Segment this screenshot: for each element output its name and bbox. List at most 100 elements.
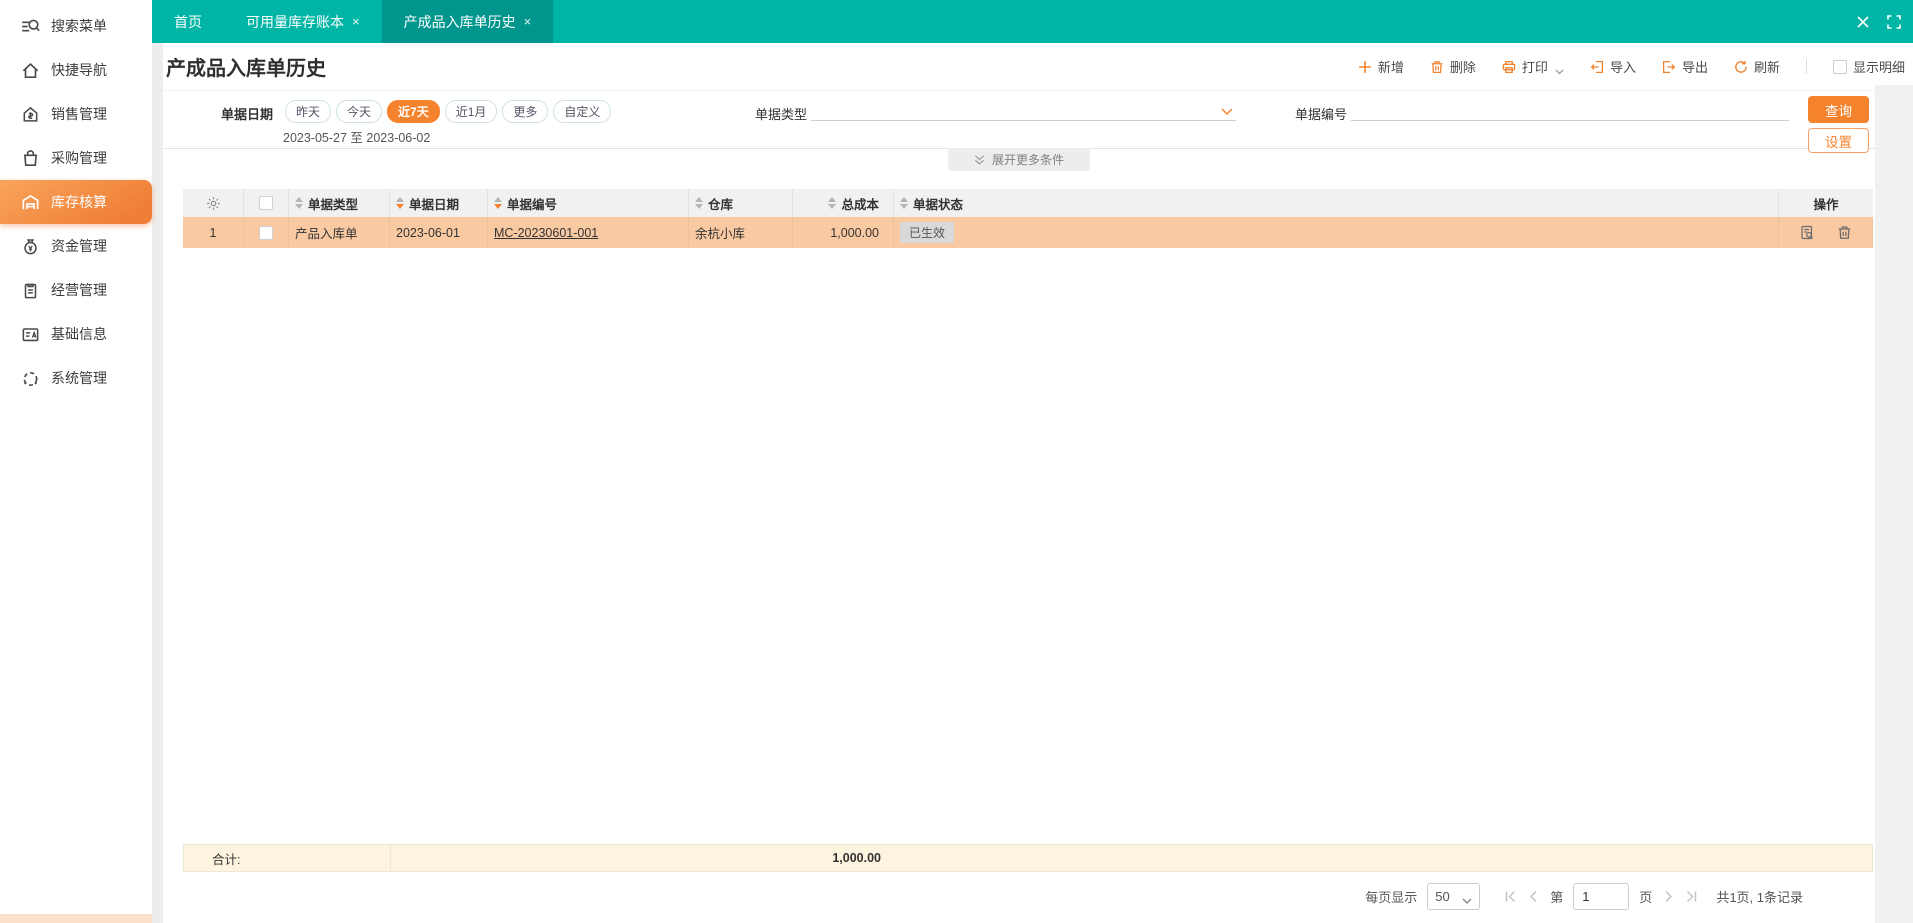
column-header-doc-no[interactable]: 单据编号	[488, 189, 689, 217]
date-pill-more[interactable]: 更多	[502, 100, 549, 123]
page-prefix: 第	[1550, 889, 1564, 905]
column-settings-gear-icon[interactable]	[206, 196, 221, 211]
add-button[interactable]: 新增	[1358, 57, 1404, 76]
pagination-total-text: 共1页, 1条记录	[1716, 889, 1803, 905]
main-region: 首页 可用量库存账本 × 产成品入库单历史 × 产成品入库单历史 新增 删除 打…	[152, 0, 1913, 923]
print-button[interactable]: 打印	[1502, 57, 1564, 76]
summary-row: 合计: 1,000.00	[183, 844, 1873, 872]
date-quick-pills: 昨天 今天 近7天 近1月 更多 自定义	[285, 100, 612, 123]
summary-label: 合计:	[184, 845, 391, 871]
sort-icon[interactable]	[396, 197, 404, 209]
show-detail-label: 显示明细	[1852, 60, 1905, 75]
delete-row-icon[interactable]	[1837, 225, 1852, 240]
date-pill-today[interactable]: 今天	[336, 100, 383, 123]
page-size-value: 50	[1435, 888, 1450, 904]
next-page-icon[interactable]	[1662, 890, 1675, 903]
tab-label: 首页	[174, 13, 202, 30]
sidebar: 搜索菜单 快捷导航 销售管理 采购管理 库存核算 资金管理 经营管理 基础信息 …	[0, 0, 152, 923]
sidebar-item-search-menu[interactable]: 搜索菜单	[0, 4, 152, 48]
doc-type-select[interactable]	[811, 95, 1236, 121]
page-size-select[interactable]: 50	[1427, 882, 1481, 910]
doc-date-filter-label: 单据日期	[221, 107, 274, 122]
sidebar-item-label: 销售管理	[51, 106, 107, 122]
sidebar-item-funds[interactable]: 资金管理	[0, 224, 152, 268]
tab-close-icon[interactable]: ×	[352, 14, 360, 29]
row-doc-type: 产品入库单	[289, 217, 390, 248]
last-page-icon[interactable]	[1685, 890, 1698, 903]
table-row[interactable]: 1 产品入库单 2023-06-01 MC-20230601-001 余杭小库 …	[183, 217, 1873, 248]
table-area: 单据类型 单据日期 单据编号 仓库 总成本 单据状态 操作 1 产品入库单 20…	[163, 149, 1913, 923]
date-pill-last-month[interactable]: 近1月	[444, 100, 498, 123]
print-label: 打印	[1521, 60, 1548, 75]
column-header-status[interactable]: 单据状态	[894, 189, 1779, 217]
sidebar-item-basic-info[interactable]: 基础信息	[0, 312, 152, 356]
column-header-doc-type[interactable]: 单据类型	[289, 189, 390, 217]
tab-home[interactable]: 首页	[152, 0, 224, 43]
printer-icon	[1502, 60, 1516, 74]
sidebar-item-purchase[interactable]: 采购管理	[0, 136, 152, 180]
home-icon	[21, 61, 40, 80]
doc-no-input[interactable]	[1351, 95, 1789, 121]
system-icon	[21, 369, 40, 388]
tab-label: 产成品入库单历史	[403, 13, 516, 30]
page-suffix: 页	[1639, 889, 1653, 905]
view-detail-icon[interactable]	[1800, 225, 1815, 240]
column-header-total-cost[interactable]: 总成本	[793, 189, 894, 217]
tab-label: 可用量库存账本	[246, 13, 344, 30]
show-detail-toggle[interactable]: 显示明细	[1832, 57, 1905, 76]
row-doc-date: 2023-06-01	[390, 217, 488, 248]
delete-button[interactable]: 删除	[1430, 57, 1476, 76]
sidebar-bottom-strip	[0, 914, 152, 923]
chevron-down-icon	[1462, 893, 1472, 904]
sidebar-item-quick-nav[interactable]: 快捷导航	[0, 48, 152, 92]
toolbar-divider	[1805, 59, 1807, 74]
sort-icon[interactable]	[900, 197, 908, 209]
sidebar-item-inventory[interactable]: 库存核算	[0, 180, 152, 224]
toolbar: 新增 删除 打印 导入 导出 刷新 显示明细	[1358, 57, 1905, 76]
column-header-doc-date[interactable]: 单据日期	[390, 189, 488, 217]
tab-available-stock-ledger[interactable]: 可用量库存账本 ×	[224, 0, 382, 43]
select-all-checkbox[interactable]	[259, 196, 273, 210]
row-checkbox[interactable]	[259, 225, 273, 240]
doc-type-chevron-icon[interactable]	[1221, 103, 1233, 116]
sort-icon[interactable]	[828, 197, 837, 209]
date-pill-last7days[interactable]: 近7天	[387, 100, 440, 123]
close-icon[interactable]	[1856, 15, 1870, 29]
doc-no-link[interactable]: MC-20230601-001	[494, 226, 598, 240]
export-icon	[1662, 60, 1676, 74]
sidebar-item-system[interactable]: 系统管理	[0, 356, 152, 400]
show-detail-checkbox[interactable]	[1832, 59, 1847, 74]
sidebar-item-operations[interactable]: 经营管理	[0, 268, 152, 312]
sidebar-item-label: 快捷导航	[51, 62, 107, 78]
doc-type-filter-label: 单据类型	[755, 107, 808, 122]
sort-icon[interactable]	[295, 197, 303, 209]
sort-icon[interactable]	[695, 197, 703, 209]
warehouse-icon	[21, 193, 40, 212]
import-label: 导入	[1609, 60, 1636, 75]
export-button[interactable]: 导出	[1662, 57, 1708, 76]
date-pill-yesterday[interactable]: 昨天	[285, 100, 332, 123]
clipboard-icon	[21, 281, 40, 300]
tab-finished-goods-inbound-history[interactable]: 产成品入库单历史 ×	[381, 0, 554, 43]
info-card-icon	[21, 325, 40, 344]
date-pill-custom[interactable]: 自定义	[553, 100, 612, 123]
tab-close-icon[interactable]: ×	[524, 14, 532, 29]
row-total-cost: 1,000.00	[793, 217, 894, 248]
sort-icon[interactable]	[494, 197, 502, 209]
query-button[interactable]: 查询	[1808, 96, 1869, 123]
refresh-label: 刷新	[1753, 60, 1780, 75]
window-controls	[1856, 0, 1901, 43]
sidebar-item-label: 资金管理	[51, 238, 107, 254]
add-label: 新增	[1377, 60, 1404, 75]
page-number-input[interactable]	[1573, 882, 1630, 910]
first-page-icon[interactable]	[1504, 890, 1517, 903]
refresh-button[interactable]: 刷新	[1734, 57, 1780, 76]
import-button[interactable]: 导入	[1590, 57, 1636, 76]
prev-page-icon[interactable]	[1527, 890, 1540, 903]
sidebar-item-label: 搜索菜单	[51, 18, 107, 34]
fullscreen-icon[interactable]	[1887, 14, 1901, 29]
sidebar-item-sales[interactable]: 销售管理	[0, 92, 152, 136]
column-header-warehouse[interactable]: 仓库	[689, 189, 793, 217]
purchase-bag-icon	[21, 149, 40, 168]
row-index: 1	[183, 217, 244, 248]
